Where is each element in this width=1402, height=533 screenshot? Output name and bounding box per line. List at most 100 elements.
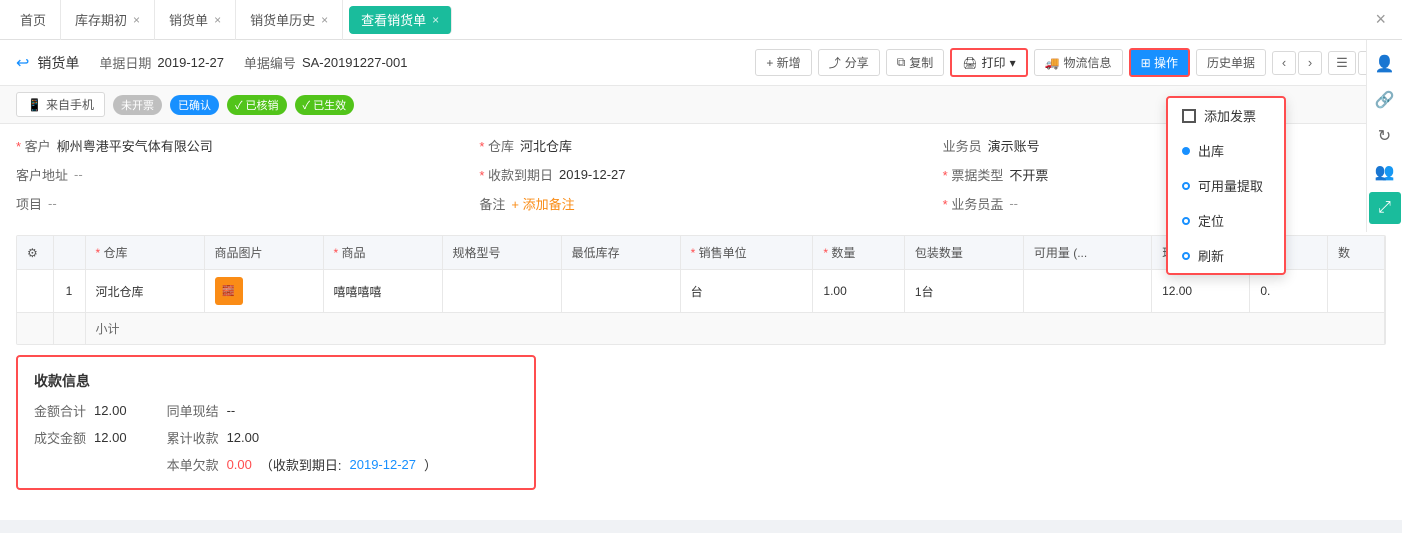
tab-inventory-init[interactable]: 库存期初 × — [61, 0, 155, 40]
payment-title: 收款信息 — [34, 371, 518, 391]
add-invoice-icon — [1182, 109, 1196, 123]
available-pickup-icon — [1182, 182, 1190, 190]
th-more: 数 — [1328, 236, 1385, 270]
doc-no-label: 单据编号 — [244, 53, 296, 72]
salesperson-field: 业务员 演示账号 — [943, 136, 1386, 155]
outbound-item[interactable]: 出库 — [1168, 133, 1284, 168]
salesperson2-field: 业务员盂 -- — [943, 194, 1386, 213]
tab-view-sales-close[interactable]: × — [432, 13, 439, 27]
remark-field: 备注 + 添加备注 — [479, 194, 922, 213]
row-current-stock: 12.00 — [1152, 270, 1250, 313]
settle-row: 同单现结 -- — [167, 401, 437, 420]
sidebar-group-icon[interactable]: 👥 — [1369, 156, 1401, 188]
transaction-value: 12.00 — [94, 430, 127, 445]
amount-total-row: 金额合计 12.00 — [34, 401, 127, 420]
add-invoice-item[interactable]: 添加发票 — [1168, 98, 1284, 133]
from-mobile-button[interactable]: 📱 来自手机 — [16, 92, 105, 117]
salesperson2-label: 业务员盂 — [943, 194, 1004, 213]
owed-row: 本单欠款 0.00 （收款到期日: 2019-12-27 ） — [167, 455, 437, 474]
list-view-btn[interactable]: ☰ — [1328, 51, 1356, 75]
remark-add-link[interactable]: + 添加备注 — [511, 194, 574, 213]
tab-home[interactable]: 首页 — [10, 0, 61, 40]
window-close-button[interactable]: × — [1369, 9, 1392, 30]
address-label: 客户地址 — [16, 165, 68, 184]
history-button[interactable]: 历史单据 — [1196, 49, 1266, 76]
share-button[interactable]: ⤴ 分享 — [818, 49, 880, 76]
sidebar-user-icon[interactable]: 👤 — [1369, 48, 1401, 80]
remark-label: 备注 — [479, 194, 505, 213]
ticket-type-value: 不开票 — [1009, 165, 1048, 184]
operation-button[interactable]: ⊞ 操作 — [1129, 48, 1190, 77]
th-warehouse: 仓库 — [85, 236, 204, 270]
subtotal-row: 小计 — [17, 313, 1385, 345]
operation-grid-icon: ⊞ — [1141, 56, 1151, 70]
tab-inventory-init-close[interactable]: × — [133, 13, 140, 27]
payment-date-value: 2019-12-27 — [559, 167, 626, 182]
row-index: 1 — [53, 270, 85, 313]
th-product-img: 商品图片 — [204, 236, 323, 270]
tab-sales-history-close[interactable]: × — [321, 13, 328, 27]
new-button[interactable]: + 新增 — [755, 49, 811, 76]
print-button[interactable]: 🖨 打印 ▾ — [950, 48, 1027, 77]
customer-field: 客户 柳州粤港平安气体有限公司 — [16, 136, 459, 155]
settle-value: -- — [227, 403, 236, 418]
owed-note: （收款到期日: — [260, 455, 342, 474]
transaction-label: 成交金额 — [34, 428, 86, 447]
not-open-badge: 未开票 — [113, 95, 162, 115]
sidebar-expand-icon[interactable]: ⤢ — [1369, 192, 1401, 224]
th-pack-qty: 包装数量 — [904, 236, 1023, 270]
th-spec: 规格型号 — [442, 236, 561, 270]
row-sales-unit: 台 — [680, 270, 813, 313]
row-available — [1023, 270, 1151, 313]
confirmed-badge: 已确认 — [170, 95, 219, 115]
tab-sales-order-label: 销货单 — [169, 10, 208, 29]
copy-button[interactable]: ⧉ 复制 — [886, 49, 945, 76]
subtotal-index — [53, 313, 85, 345]
sidebar-link-icon[interactable]: 🔗 — [1369, 84, 1401, 116]
product-image: 🧱 — [215, 277, 243, 305]
subtotal-gear — [17, 313, 53, 345]
doc-icon: ↩ — [16, 53, 29, 73]
tab-view-sales-label: 查看销货单 — [361, 10, 426, 29]
doc-date-value: 2019-12-27 — [157, 55, 224, 70]
refresh-icon — [1182, 252, 1190, 260]
table-row: 1 河北仓库 🧱 嘻嘻嘻嘻 台 1.00 1台 12.00 0. — [17, 270, 1385, 313]
available-pickup-item[interactable]: 可用量提取 — [1168, 168, 1284, 203]
warehouse-label: 仓库 — [479, 136, 514, 155]
th-gear: ⚙ — [17, 236, 53, 270]
prev-arrow[interactable]: ‹ — [1272, 51, 1296, 75]
row-min-stock — [561, 270, 680, 313]
payment-date-label: 收款到期日 — [479, 165, 553, 184]
row-more — [1328, 270, 1385, 313]
address-value: -- — [74, 167, 83, 182]
th-product: 商品 — [323, 236, 442, 270]
tab-view-sales[interactable]: 查看销货单 × — [349, 6, 452, 34]
tab-sales-order-close[interactable]: × — [214, 13, 221, 27]
logistics-button[interactable]: 🚚 物流信息 — [1034, 49, 1123, 76]
th-qty: 数量 — [813, 236, 904, 270]
doc-actions: + 新增 ⤴ 分享 ⧉ 复制 🖨 打印 ▾ 🚚 物流信息 ⊞ 操作 — [755, 48, 1386, 77]
gear-icon[interactable]: ⚙ — [27, 246, 38, 260]
outbound-icon — [1182, 147, 1190, 155]
row-warehouse: 河北仓库 — [85, 270, 204, 313]
tab-sales-order[interactable]: 销货单 × — [155, 0, 236, 40]
payment-col-right: 同单现结 -- 累计收款 12.00 本单欠款 0.00 （收款到期日: 201… — [167, 401, 437, 474]
refresh-item[interactable]: 刷新 — [1168, 238, 1284, 273]
tab-home-label: 首页 — [20, 10, 46, 29]
sidebar-rotate-icon[interactable]: ↻ — [1369, 120, 1401, 152]
next-arrow[interactable]: › — [1298, 51, 1322, 75]
tab-inventory-init-label: 库存期初 — [75, 10, 127, 29]
salesperson-label: 业务员 — [943, 136, 982, 155]
doc-no-value: SA-20191227-001 — [302, 55, 408, 70]
nav-arrows: ‹ › — [1272, 51, 1322, 75]
owed-label: 本单欠款 — [167, 455, 219, 474]
closed-badge: ✓ 已核销 — [227, 95, 287, 115]
row-qty: 1.00 — [813, 270, 904, 313]
tab-sales-history-label: 销货单历史 — [250, 10, 315, 29]
tab-sales-history[interactable]: 销货单历史 × — [236, 0, 343, 40]
payment-date-field: 收款到期日 2019-12-27 — [479, 165, 922, 184]
effective-badge: ✓ 已生效 — [295, 95, 355, 115]
refresh-label: 刷新 — [1198, 246, 1224, 265]
locate-item[interactable]: 定位 — [1168, 203, 1284, 238]
logistics-icon: 🚚 — [1045, 56, 1060, 70]
